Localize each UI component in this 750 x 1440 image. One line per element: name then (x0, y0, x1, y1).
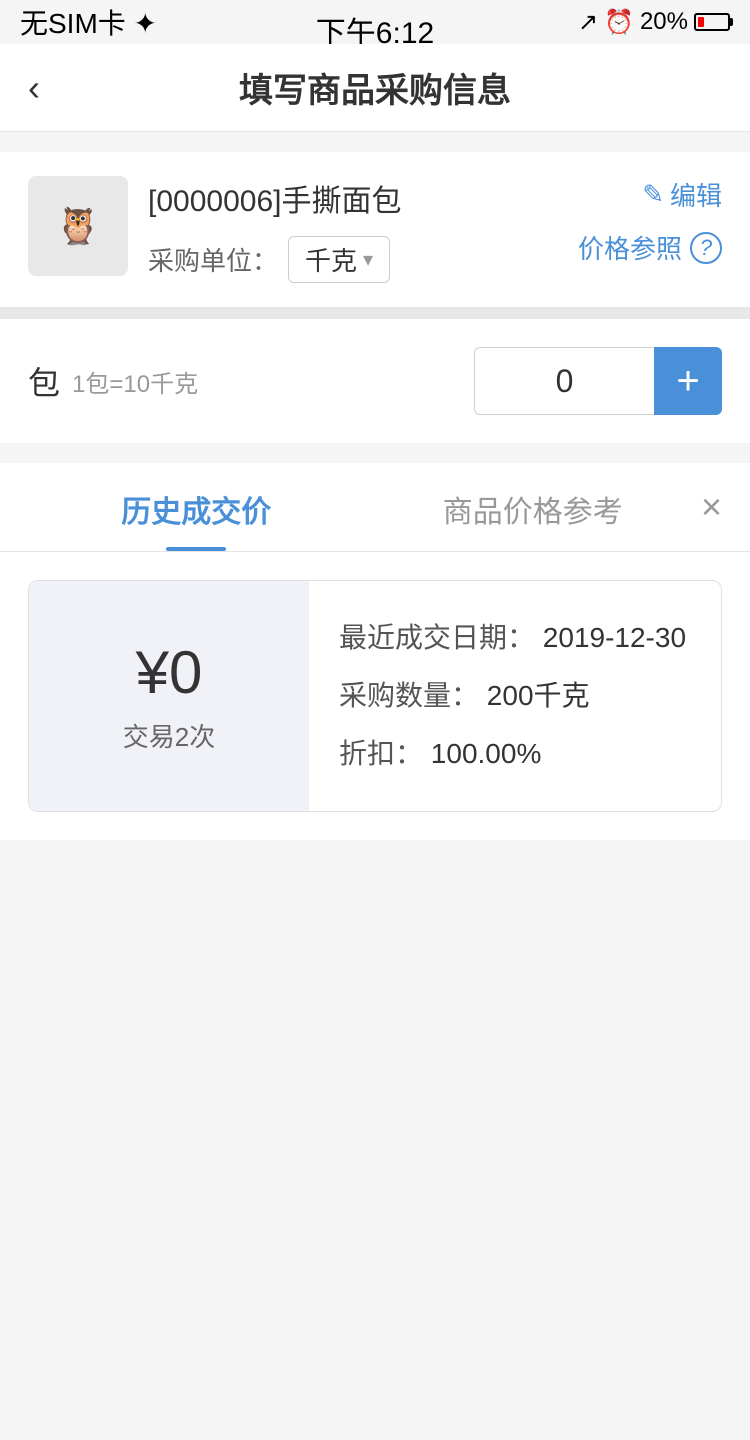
back-button[interactable]: ‹ (28, 67, 40, 109)
recent-date-value: 2019-12-30 (543, 622, 686, 653)
product-section: 🦉 [0000006]手撕面包 采购单位： 千克 ▾ ✎ 编辑 价格参照 (0, 152, 750, 307)
price-ref-label: 价格参照 (578, 229, 682, 266)
discount-row: 折扣： 100.00% (339, 733, 691, 775)
section-divider (0, 307, 750, 319)
product-right: ✎ 编辑 价格参照 ? (578, 176, 722, 266)
product-unit-row: 采购单位： 千克 ▾ (148, 236, 401, 283)
card-container: ¥0 交易2次 最近成交日期： 2019-12-30 采购数量： 200千克 折… (0, 552, 750, 840)
status-bar: 无SIM卡 ✦ 下午6:12 ↗ ⏰ 20% (0, 0, 750, 44)
edit-label: 编辑 (670, 176, 722, 213)
quantity-input-row: 0 + (474, 347, 722, 415)
chevron-down-icon: ▾ (363, 247, 373, 272)
card-detail-right: 最近成交日期： 2019-12-30 采购数量： 200千克 折扣： 100.0… (309, 581, 721, 811)
trade-count: 交易2次 (123, 717, 215, 754)
purchase-unit-label: 采购单位： (148, 241, 278, 278)
quantity-conversion: 1包=10千克 (72, 364, 198, 399)
quantity-value: 0 (556, 363, 574, 400)
product-left: 🦉 [0000006]手撕面包 采购单位： 千克 ▾ (28, 176, 401, 283)
product-name: [0000006]手撕面包 (148, 176, 401, 220)
close-icon[interactable]: × (701, 466, 722, 548)
product-thumbnail: 🦉 (28, 176, 128, 276)
battery-icon (694, 13, 730, 31)
price-card: ¥0 交易2次 最近成交日期： 2019-12-30 采购数量： 200千克 折… (28, 580, 722, 812)
discount-label: 折扣： (339, 738, 423, 769)
help-icon: ? (690, 232, 722, 264)
quantity-plus-button[interactable]: + (654, 347, 722, 415)
product-logo-icon: 🦉 (56, 205, 101, 247)
carrier-text: 无SIM卡 ✦ (20, 2, 157, 42)
quantity-label: 包 1包=10千克 (28, 358, 198, 404)
tab-bar: 历史成交价 商品价格参考 × (0, 463, 750, 552)
recent-date-row: 最近成交日期： 2019-12-30 (339, 617, 691, 659)
product-info: [0000006]手撕面包 采购单位： 千克 ▾ (148, 176, 401, 283)
edit-button[interactable]: ✎ 编辑 (642, 176, 722, 213)
unit-select[interactable]: 千克 ▾ (288, 236, 390, 283)
quantity-input[interactable]: 0 (474, 347, 654, 415)
edit-icon: ✎ (642, 179, 664, 210)
location-icon: ↗ (578, 8, 598, 37)
quantity-section: 包 1包=10千克 0 + (0, 319, 750, 443)
purchase-qty-row: 采购数量： 200千克 (339, 675, 691, 717)
unit-value: 千克 (305, 241, 357, 278)
alarm-icon: ⏰ (604, 8, 634, 37)
tab-product-price-reference[interactable]: 商品价格参考 (364, 463, 700, 551)
purchase-qty-label: 采购数量： (339, 680, 479, 711)
page-title: 填写商品采购信息 (239, 63, 511, 112)
battery-percent: 20% (640, 8, 688, 36)
bottom-space (0, 840, 750, 1440)
tab-history-price[interactable]: 历史成交价 (28, 463, 364, 551)
nav-bar: ‹ 填写商品采购信息 (0, 44, 750, 132)
tab-section: 历史成交价 商品价格参考 × ¥0 交易2次 最近成交日期： 2019-12-3… (0, 463, 750, 840)
discount-value: 100.00% (431, 738, 542, 769)
card-price-left: ¥0 交易2次 (29, 581, 309, 811)
price-amount: ¥0 (136, 638, 203, 707)
status-right-icons: ↗ ⏰ 20% (578, 8, 730, 37)
purchase-qty-value: 200千克 (487, 680, 590, 711)
quantity-unit: 包 (28, 358, 60, 404)
recent-date-label: 最近成交日期： (339, 622, 535, 653)
price-reference-button[interactable]: 价格参照 ? (578, 229, 722, 266)
